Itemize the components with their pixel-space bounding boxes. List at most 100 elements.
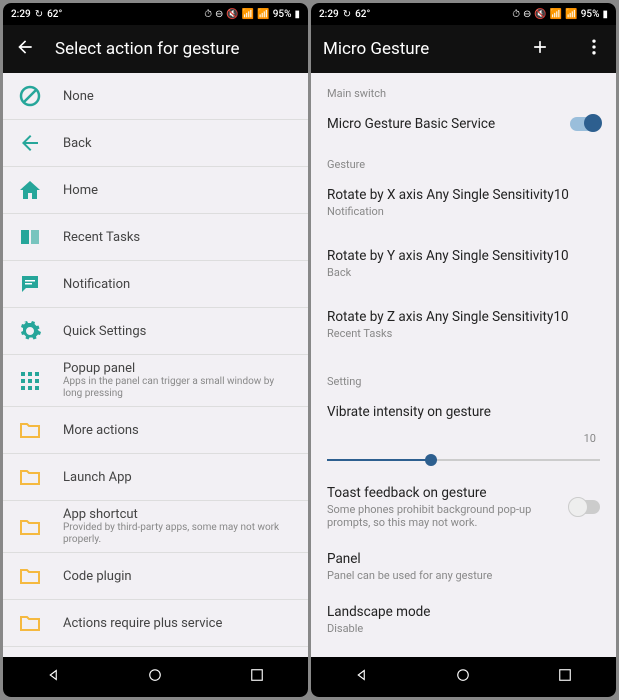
page-title: Select action for gesture [55,39,296,59]
toast-sub: Some phones prohibit background pop-up p… [327,503,570,529]
status-temp: 62° [355,9,370,20]
phone-left: 2:29 ↻ 62° ⏱ ⊖ 🔇 📶 📶 95% ▮ Select action… [3,3,308,697]
basic-service-row[interactable]: Micro Gesture Basic Service [311,106,616,144]
action-label: Back [63,136,294,151]
action-item-recent-tasks[interactable]: Recent Tasks [3,214,308,261]
action-label: App shortcut [63,507,294,522]
battery-icon: ▮ [602,9,608,20]
toast-switch[interactable] [570,500,600,514]
alarm-icon: ⏱ [204,9,212,20]
nav-home-icon[interactable] [146,666,164,688]
folder-icon [17,465,43,489]
action-label: Code plugin [63,569,294,584]
action-label: Notification [63,277,294,292]
basic-service-title: Micro Gesture Basic Service [327,116,570,132]
status-temp: 62° [47,9,62,20]
settings-list[interactable]: Main switch Micro Gesture Basic Service … [311,73,616,657]
toast-row[interactable]: Toast feedback on gesture Some phones pr… [311,475,616,541]
page-title: Micro Gesture [323,39,510,59]
phone-right: 2:29 ↻ 62° ⏱ ⊖ 🔇 📶 📶 95% ▮ Micro Gesture… [311,3,616,697]
gesture-row-1[interactable]: Rotate by Y axis Any Single Sensitivity1… [311,238,616,299]
action-item-code-plugin[interactable]: Code plugin [3,553,308,600]
action-item-app-shortcut[interactable]: App shortcutProvided by third-party apps… [3,501,308,553]
nav-home-icon[interactable] [454,666,472,688]
action-item-notification[interactable]: Notification [3,261,308,308]
more-icon[interactable] [584,37,604,61]
battery-pct: 95% [581,9,600,20]
action-item-actions-require-plus-service[interactable]: Actions require plus service [3,600,308,647]
vibrate-title: Vibrate intensity on gesture [327,404,600,420]
action-list[interactable]: None Back Home Recent Tasks Notification Quic… [3,73,308,657]
battery-pct: 95% [273,9,292,20]
nav-recent-icon[interactable] [556,666,574,688]
add-icon[interactable] [530,37,550,61]
action-item-launch-app[interactable]: Launch App [3,454,308,501]
app-bar: Select action for gesture [3,25,308,73]
status-bar: 2:29 ↻ 62° ⏱ ⊖ 🔇 📶 📶 95% ▮ [3,3,308,25]
action-item-none[interactable]: None [3,73,308,120]
action-label: Recent Tasks [63,230,294,245]
gear-icon [17,319,43,343]
gesture-row-2[interactable]: Rotate by Z axis Any Single Sensitivity1… [311,299,616,360]
gesture-row-0[interactable]: Rotate by X axis Any Single Sensitivity1… [311,177,616,238]
status-time: 2:29 [319,9,339,20]
action-item-popup-panel[interactable]: Popup panelApps in the panel can trigger… [3,355,308,407]
recent-icon [17,225,43,249]
nav-bar [3,657,308,697]
none-icon [17,84,43,108]
signal-icon: 📶 [257,9,269,20]
status-time: 2:29 [11,9,31,20]
gesture-title: Rotate by X axis Any Single Sensitivity1… [327,187,600,203]
action-item-more-actions[interactable]: More actions [3,407,308,454]
status-sync-icon: ↻ [35,9,43,20]
signal-icon: 📶 [565,9,577,20]
mute-icon: 🔇 [226,9,238,20]
action-item-home[interactable]: Home [3,167,308,214]
gesture-sub: Notification [327,205,600,218]
panel-row[interactable]: Panel Panel can be used for any gesture [311,541,616,594]
gesture-title: Rotate by Y axis Any Single Sensitivity1… [327,248,600,264]
vibrate-row[interactable]: Vibrate intensity on gesture [311,394,616,432]
wifi-icon: 📶 [550,9,562,20]
back-icon[interactable] [15,37,35,61]
action-label: More actions [63,423,294,438]
alarm-icon: ⏱ [512,9,520,20]
vibrate-value: 10 [327,432,600,445]
gesture-sub: Recent Tasks [327,327,600,340]
panel-sub: Panel can be used for any gesture [327,569,600,582]
wifi-icon: 📶 [242,9,254,20]
dnd-icon: ⊖ [215,9,223,20]
folder-icon [17,611,43,635]
section-other: Other [311,647,616,657]
nav-back-icon[interactable] [353,666,371,688]
action-label: Launch App [63,470,294,485]
home-icon [17,178,43,202]
landscape-title: Landscape mode [327,604,600,620]
action-item-quick-settings[interactable]: Quick Settings [3,308,308,355]
nav-bar [311,657,616,697]
vibrate-slider-wrap: 10 [311,432,616,475]
gesture-title: Rotate by Z axis Any Single Sensitivity1… [327,309,600,325]
action-item-back[interactable]: Back [3,120,308,167]
nav-recent-icon[interactable] [248,666,266,688]
basic-service-switch[interactable] [570,117,600,131]
action-label: Home [63,183,294,198]
mute-icon: 🔇 [534,9,546,20]
status-sync-icon: ↻ [343,9,351,20]
grid-icon [17,369,43,393]
section-setting: Setting [311,361,616,394]
landscape-sub: Disable [327,622,600,635]
action-sub: Provided by third-party apps, some may n… [63,522,294,546]
folder-icon [17,564,43,588]
battery-icon: ▮ [294,9,300,20]
nav-back-icon[interactable] [45,666,63,688]
action-label: None [63,89,294,104]
back-icon [17,131,43,155]
folder-icon [17,515,43,539]
action-sub: Apps in the panel can trigger a small wi… [63,376,294,400]
vibrate-slider[interactable] [327,459,600,461]
section-gesture: Gesture [311,144,616,177]
action-label: Popup panel [63,361,294,376]
status-bar: 2:29 ↻ 62° ⏱ ⊖ 🔇 📶 📶 95% ▮ [311,3,616,25]
landscape-row[interactable]: Landscape mode Disable [311,594,616,647]
